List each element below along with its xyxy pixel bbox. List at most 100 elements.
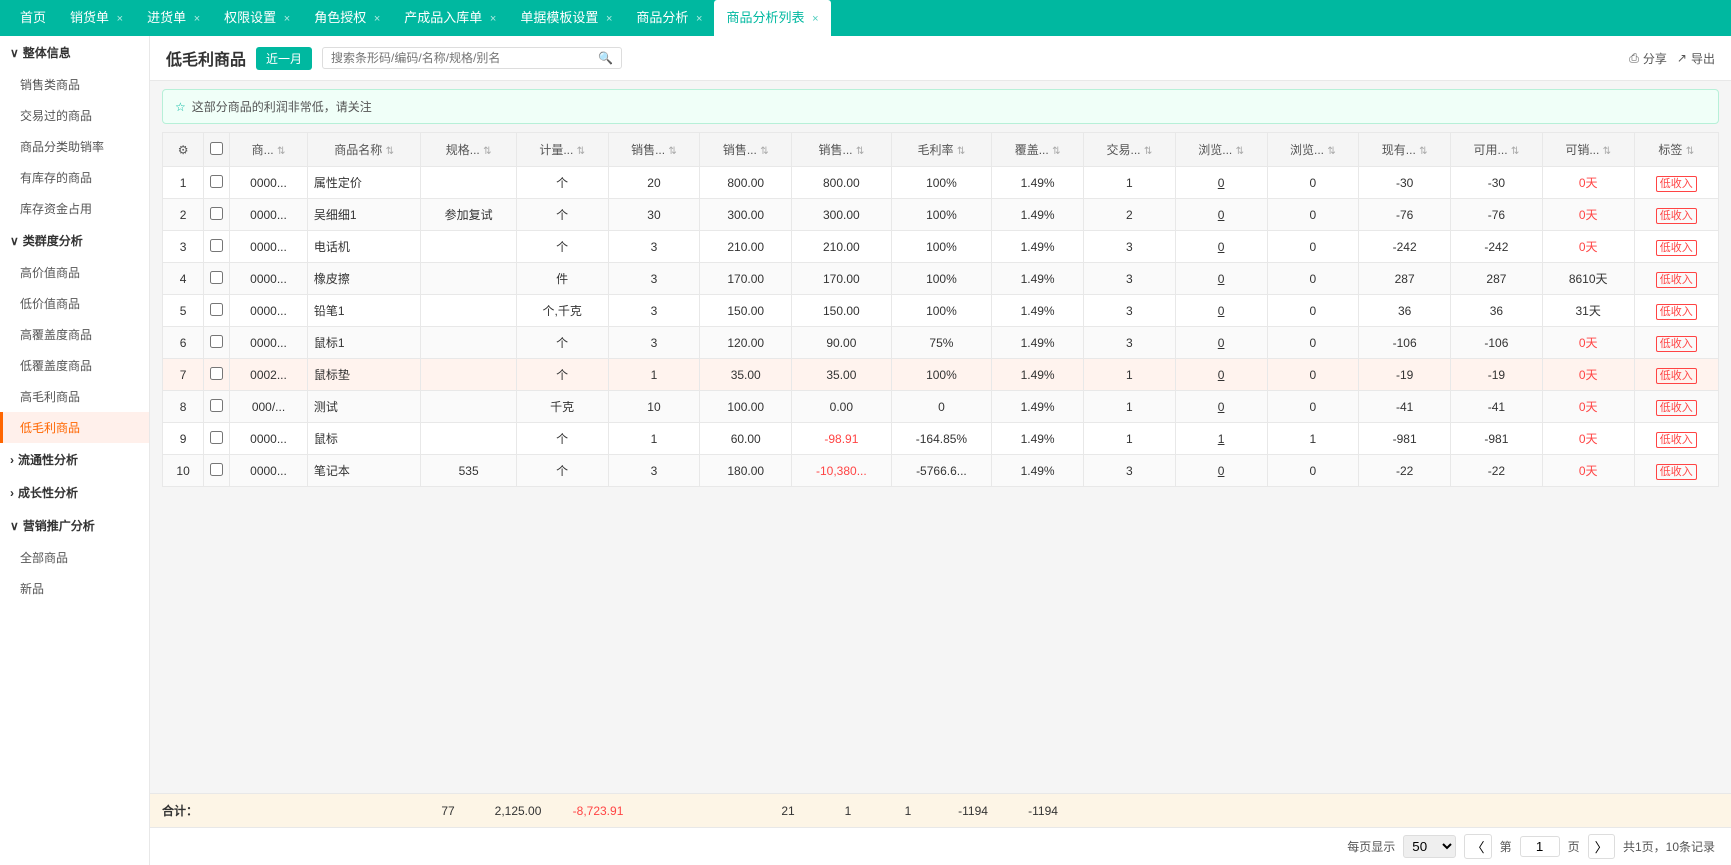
cell-checkbox[interactable] xyxy=(204,391,230,423)
cell-checkbox[interactable] xyxy=(204,455,230,487)
export-button[interactable]: ↗ 导出 xyxy=(1677,50,1715,67)
views1-link[interactable]: 0 xyxy=(1218,464,1225,478)
col-name[interactable]: 商品名称 ⇅ xyxy=(307,133,421,167)
col-spec[interactable]: 规格... ⇅ xyxy=(421,133,516,167)
per-page-select[interactable]: 50 100 200 xyxy=(1403,835,1456,858)
views1-link[interactable]: 0 xyxy=(1218,208,1225,222)
nav-roles[interactable]: 角色授权 × xyxy=(302,0,392,36)
col-sales-profit[interactable]: 销售... ⇅ xyxy=(792,133,892,167)
cell-checkbox[interactable] xyxy=(204,231,230,263)
nav-analysis[interactable]: 商品分析 × xyxy=(624,0,714,36)
row-checkbox[interactable] xyxy=(210,367,223,380)
nav-permissions[interactable]: 权限设置 × xyxy=(212,0,302,36)
views1-link[interactable]: 1 xyxy=(1218,432,1225,446)
cell-views1[interactable]: 0 xyxy=(1175,295,1267,327)
views1-link[interactable]: 0 xyxy=(1218,304,1225,318)
row-checkbox[interactable] xyxy=(210,207,223,220)
views1-link[interactable]: 0 xyxy=(1218,176,1225,190)
sidebar-header-cluster[interactable]: ∨ 类群度分析 xyxy=(0,224,149,257)
cell-checkbox[interactable] xyxy=(204,423,230,455)
cell-checkbox[interactable] xyxy=(204,167,230,199)
sidebar-item-high-margin[interactable]: 高毛利商品 xyxy=(0,381,149,412)
col-sellable-stock[interactable]: 可销... ⇅ xyxy=(1542,133,1634,167)
sidebar-item-category-rate[interactable]: 商品分类助销率 xyxy=(0,131,149,162)
cell-views1[interactable]: 0 xyxy=(1175,455,1267,487)
sidebar-item-low-coverage[interactable]: 低覆盖度商品 xyxy=(0,350,149,381)
col-transactions[interactable]: 交易... ⇅ xyxy=(1083,133,1175,167)
cell-checkbox[interactable] xyxy=(204,295,230,327)
views1-link[interactable]: 0 xyxy=(1218,368,1225,382)
row-checkbox[interactable] xyxy=(210,463,223,476)
col-settings[interactable]: ⚙ xyxy=(163,133,204,167)
col-views1[interactable]: 浏览... ⇅ xyxy=(1175,133,1267,167)
sidebar-item-low-margin[interactable]: 低毛利商品 xyxy=(0,412,149,443)
cell-checkbox[interactable] xyxy=(204,359,230,391)
views1-link[interactable]: 0 xyxy=(1218,272,1225,286)
next-page-button[interactable]: 〉 xyxy=(1588,834,1615,859)
close-roles-icon[interactable]: × xyxy=(374,13,380,25)
sidebar-item-all-products[interactable]: 全部商品 xyxy=(0,542,149,573)
cell-views1[interactable]: 1 xyxy=(1175,423,1267,455)
close-purchase-icon[interactable]: × xyxy=(194,13,200,25)
close-analysis-icon[interactable]: × xyxy=(696,13,702,25)
col-sales-price[interactable]: 销售... ⇅ xyxy=(700,133,792,167)
nav-analysis-list[interactable]: 商品分析列表 × xyxy=(714,0,830,36)
close-template-icon[interactable]: × xyxy=(606,13,612,25)
close-permissions-icon[interactable]: × xyxy=(284,13,290,25)
views1-link[interactable]: 0 xyxy=(1218,400,1225,414)
row-checkbox[interactable] xyxy=(210,175,223,188)
row-checkbox[interactable] xyxy=(210,239,223,252)
col-tag[interactable]: 标签 ⇅ xyxy=(1634,133,1718,167)
col-views2[interactable]: 浏览... ⇅ xyxy=(1267,133,1359,167)
row-checkbox[interactable] xyxy=(210,335,223,348)
row-checkbox[interactable] xyxy=(210,271,223,284)
close-analysis-list-icon[interactable]: × xyxy=(812,13,818,25)
share-button[interactable]: ⎙ 分享 xyxy=(1629,50,1667,67)
col-code[interactable]: 商... ⇅ xyxy=(230,133,308,167)
page-input[interactable] xyxy=(1520,836,1560,857)
views1-link[interactable]: 0 xyxy=(1218,240,1225,254)
col-gross-margin[interactable]: 毛利率 ⇅ xyxy=(891,133,992,167)
date-filter-button[interactable]: 近一月 xyxy=(256,47,312,70)
sidebar-item-inventory-capital[interactable]: 库存资金占用 xyxy=(0,193,149,224)
sidebar-header-circulation[interactable]: › 流通性分析 xyxy=(0,443,149,476)
sidebar-item-low-value[interactable]: 低价值商品 xyxy=(0,288,149,319)
sidebar-item-high-coverage[interactable]: 高覆盖度商品 xyxy=(0,319,149,350)
cell-checkbox[interactable] xyxy=(204,199,230,231)
cell-checkbox[interactable] xyxy=(204,327,230,359)
row-checkbox[interactable] xyxy=(210,399,223,412)
cell-views1[interactable]: 0 xyxy=(1175,391,1267,423)
cell-views1[interactable]: 0 xyxy=(1175,199,1267,231)
nav-sales[interactable]: 销货单 × xyxy=(58,0,135,36)
close-product-entry-icon[interactable]: × xyxy=(490,13,496,25)
sidebar-header-marketing[interactable]: ∨ 营销推广分析 xyxy=(0,509,149,542)
prev-page-button[interactable]: 〈 xyxy=(1464,834,1491,859)
table-container[interactable]: ⚙ 商... ⇅ 商品名称 ⇅ 规格... ⇅ 计量... ⇅ 销售... ⇅ … xyxy=(150,132,1731,793)
sidebar-header-growth[interactable]: › 成长性分析 xyxy=(0,476,149,509)
cell-views1[interactable]: 0 xyxy=(1175,231,1267,263)
select-all-checkbox[interactable] xyxy=(210,142,223,155)
row-checkbox[interactable] xyxy=(210,303,223,316)
search-input[interactable] xyxy=(331,51,598,65)
col-checkbox-all[interactable] xyxy=(204,133,230,167)
sidebar-header-overall[interactable]: ∨ 整体信息 xyxy=(0,36,149,69)
sidebar-item-sales-products[interactable]: 销售类商品 xyxy=(0,69,149,100)
nav-product-entry[interactable]: 产成品入库单 × xyxy=(392,0,508,36)
views1-link[interactable]: 0 xyxy=(1218,336,1225,350)
col-unit[interactable]: 计量... ⇅ xyxy=(516,133,608,167)
nav-purchase[interactable]: 进货单 × xyxy=(135,0,212,36)
col-sales-qty[interactable]: 销售... ⇅ xyxy=(608,133,700,167)
nav-template[interactable]: 单据模板设置 × xyxy=(508,0,624,36)
cell-views1[interactable]: 0 xyxy=(1175,167,1267,199)
close-sales-icon[interactable]: × xyxy=(117,13,123,25)
col-coverage[interactable]: 覆盖... ⇅ xyxy=(992,133,1084,167)
search-icon[interactable]: 🔍 xyxy=(598,51,613,65)
col-current-stock[interactable]: 现有... ⇅ xyxy=(1359,133,1451,167)
sidebar-item-traded-products[interactable]: 交易过的商品 xyxy=(0,100,149,131)
cell-views1[interactable]: 0 xyxy=(1175,263,1267,295)
row-checkbox[interactable] xyxy=(210,431,223,444)
sidebar-item-high-value[interactable]: 高价值商品 xyxy=(0,257,149,288)
cell-views1[interactable]: 0 xyxy=(1175,359,1267,391)
sidebar-item-new-products[interactable]: 新品 xyxy=(0,573,149,604)
sidebar-item-inventory-products[interactable]: 有库存的商品 xyxy=(0,162,149,193)
